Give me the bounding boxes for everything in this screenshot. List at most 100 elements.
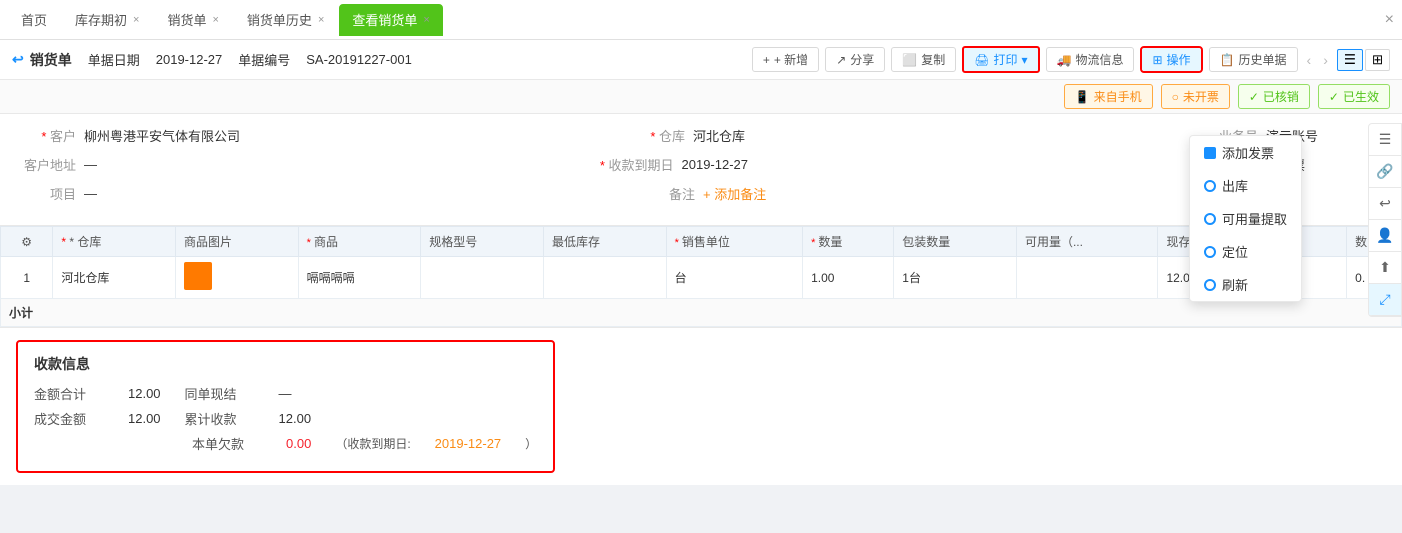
phone-icon: 📱: [1075, 90, 1090, 104]
view-toggle: ☰ ⊞: [1337, 49, 1390, 71]
tab-bar-close[interactable]: ×: [1385, 11, 1394, 29]
tab-view-sales-close[interactable]: ×: [423, 14, 429, 26]
doc-date-value: 2019-12-27: [156, 52, 223, 67]
col-min-stock: 最低库存: [543, 227, 666, 257]
nav-left-icon[interactable]: ‹: [1304, 52, 1315, 68]
out-stock-icon: [1204, 180, 1216, 192]
list-view-button[interactable]: ☰: [1337, 49, 1363, 71]
share-button[interactable]: ↗ 分享: [825, 47, 885, 72]
new-icon: +: [763, 53, 770, 67]
confirm-icon: ✓: [1249, 90, 1259, 104]
doc-no-label: 单据编号: [238, 50, 290, 69]
tab-home-label: 首页: [21, 10, 47, 29]
owed-note: （收款到期日:: [335, 435, 410, 452]
total-label: 金额合计: [34, 384, 104, 403]
copy-button[interactable]: ⬜ 复制: [891, 47, 956, 72]
form-row-project: 项目 — 备注 添加备注 业务员孟 —: [16, 184, 1386, 203]
row-pack-qty: 1台: [894, 257, 1017, 299]
tab-sales-history-close[interactable]: ×: [318, 14, 324, 26]
status-bar: 📱 来自手机 ○ 未开票 ✓ 已核销 ✓ 已生效: [0, 80, 1402, 114]
deal-value: 12.00: [128, 411, 161, 426]
toolbar: ↩ 销货单 单据日期 2019-12-27 单据编号 SA-20191227-0…: [0, 40, 1402, 80]
col-settings: ⚙: [1, 227, 53, 257]
doc-no-value: SA-20191227-001: [306, 52, 412, 67]
settings-icon[interactable]: ⚙: [21, 235, 32, 249]
right-icon-1[interactable]: ☰: [1369, 124, 1401, 156]
settle-value: —: [279, 386, 292, 401]
refresh-label: 刷新: [1222, 275, 1248, 294]
from-phone-btn[interactable]: 📱 来自手机: [1064, 84, 1153, 109]
tab-view-sales-label: 查看销货单: [352, 10, 417, 29]
bottom-info: 收款信息 金额合计 12.00 同单现结 — 成交金额 12.00 累计收款 1…: [0, 328, 1402, 485]
payment-row-deal: 成交金额 12.00 累计收款 12.00: [34, 409, 537, 428]
total-value: 12.00: [128, 386, 161, 401]
print-button[interactable]: 🖨 打印 ▾: [962, 46, 1039, 73]
payment-row-owed: 本单欠款 0.00 （收款到期日: 2019-12-27 ）: [34, 434, 537, 453]
col-qty: * 数量: [803, 227, 894, 257]
note-label: 备注: [635, 184, 695, 203]
col-unit: * 销售单位: [666, 227, 803, 257]
doc-date-label: 单据日期: [88, 50, 140, 69]
logistics-button[interactable]: 🚚 物流信息: [1046, 47, 1135, 72]
refresh-icon: [1204, 279, 1216, 291]
owed-date: 2019-12-27: [435, 436, 502, 451]
row-product: 嗝嗝嗝嗝: [298, 257, 421, 299]
toolbar-actions: + + 新增 ↗ 分享 ⬜ 复制 🖨 打印 ▾ 🚚 物流信息: [752, 46, 1390, 73]
effective-btn[interactable]: ✓ 已生效: [1318, 84, 1390, 109]
row-available: [1016, 257, 1158, 299]
tab-inventory-label: 库存期初: [75, 10, 127, 29]
right-icon-5[interactable]: ⬆: [1369, 252, 1401, 284]
grid-view-button[interactable]: ⊞: [1365, 49, 1390, 71]
settle-label: 同单现结: [185, 384, 255, 403]
add-note-button[interactable]: 添加备注: [703, 184, 766, 203]
subtotal-label: 小计: [1, 299, 1402, 327]
right-icon-expand[interactable]: ⤢: [1369, 284, 1401, 316]
operation-button[interactable]: ⊞ 操作: [1142, 48, 1200, 71]
doc-title-area: ↩ 销货单: [12, 50, 72, 70]
right-icon-4[interactable]: 👤: [1369, 220, 1401, 252]
product-image: [184, 262, 212, 290]
right-icon-3[interactable]: ↩: [1369, 188, 1401, 220]
operation-icon: ⊞: [1152, 53, 1162, 67]
address-label: 客户地址: [16, 155, 76, 174]
dropdown-add-invoice[interactable]: 添加发票: [1190, 136, 1301, 169]
tab-view-sales[interactable]: 查看销货单 ×: [339, 4, 442, 36]
project-value: —: [84, 186, 204, 201]
history-button[interactable]: 📋 历史单据: [1209, 47, 1298, 72]
tab-home[interactable]: 首页: [8, 4, 60, 36]
form-row-customer: 客户 柳州粤港平安气体有限公司 仓库 河北仓库 业务员 演示账号: [16, 126, 1386, 145]
dropdown-locate[interactable]: 定位: [1190, 235, 1301, 268]
effective-icon: ✓: [1329, 90, 1339, 104]
not-open-btn[interactable]: ○ 未开票: [1161, 84, 1230, 109]
dropdown-refresh[interactable]: 刷新: [1190, 268, 1301, 301]
ticket-icon: ○: [1172, 90, 1179, 104]
right-panel: ☰ 🔗 ↩ 👤 ⬆ ⤢: [1368, 123, 1402, 317]
form-row-address: 客户地址 — 收款到期日 2019-12-27 票据类型 不开票: [16, 155, 1386, 174]
confirmed-btn[interactable]: ✓ 已核销: [1238, 84, 1310, 109]
col-img: 商品图片: [176, 227, 299, 257]
customer-label: 客户: [16, 126, 76, 145]
row-warehouse: 河北仓库: [53, 257, 176, 299]
tab-inventory-close[interactable]: ×: [133, 14, 139, 26]
history-icon: 📋: [1220, 53, 1235, 67]
out-stock-label: 出库: [1222, 176, 1248, 195]
tab-sales-close[interactable]: ×: [212, 14, 218, 26]
cumulative-label: 累计收款: [185, 409, 255, 428]
payment-row-total: 金额合计 12.00 同单现结 —: [34, 384, 537, 403]
dropdown-available-qty[interactable]: 可用量提取: [1190, 202, 1301, 235]
add-invoice-icon: [1204, 147, 1216, 159]
add-invoice-label: 添加发票: [1222, 143, 1274, 162]
tab-sales-history[interactable]: 销货单历史 ×: [234, 4, 337, 36]
doc-meta: 单据日期 2019-12-27 单据编号 SA-20191227-001: [88, 50, 412, 69]
available-qty-label: 可用量提取: [1222, 209, 1287, 228]
owed-label: 本单欠款: [192, 434, 262, 453]
nav-right-icon[interactable]: ›: [1320, 52, 1331, 68]
tab-sales[interactable]: 销货单 ×: [154, 4, 231, 36]
tab-inventory[interactable]: 库存期初 ×: [62, 4, 152, 36]
new-button[interactable]: + + 新增: [752, 47, 819, 72]
dropdown-out-stock[interactable]: 出库: [1190, 169, 1301, 202]
due-date-value: 2019-12-27: [682, 157, 802, 172]
right-icon-2[interactable]: 🔗: [1369, 156, 1401, 188]
col-pack-qty: 包装数量: [894, 227, 1017, 257]
row-qty: 1.00: [803, 257, 894, 299]
